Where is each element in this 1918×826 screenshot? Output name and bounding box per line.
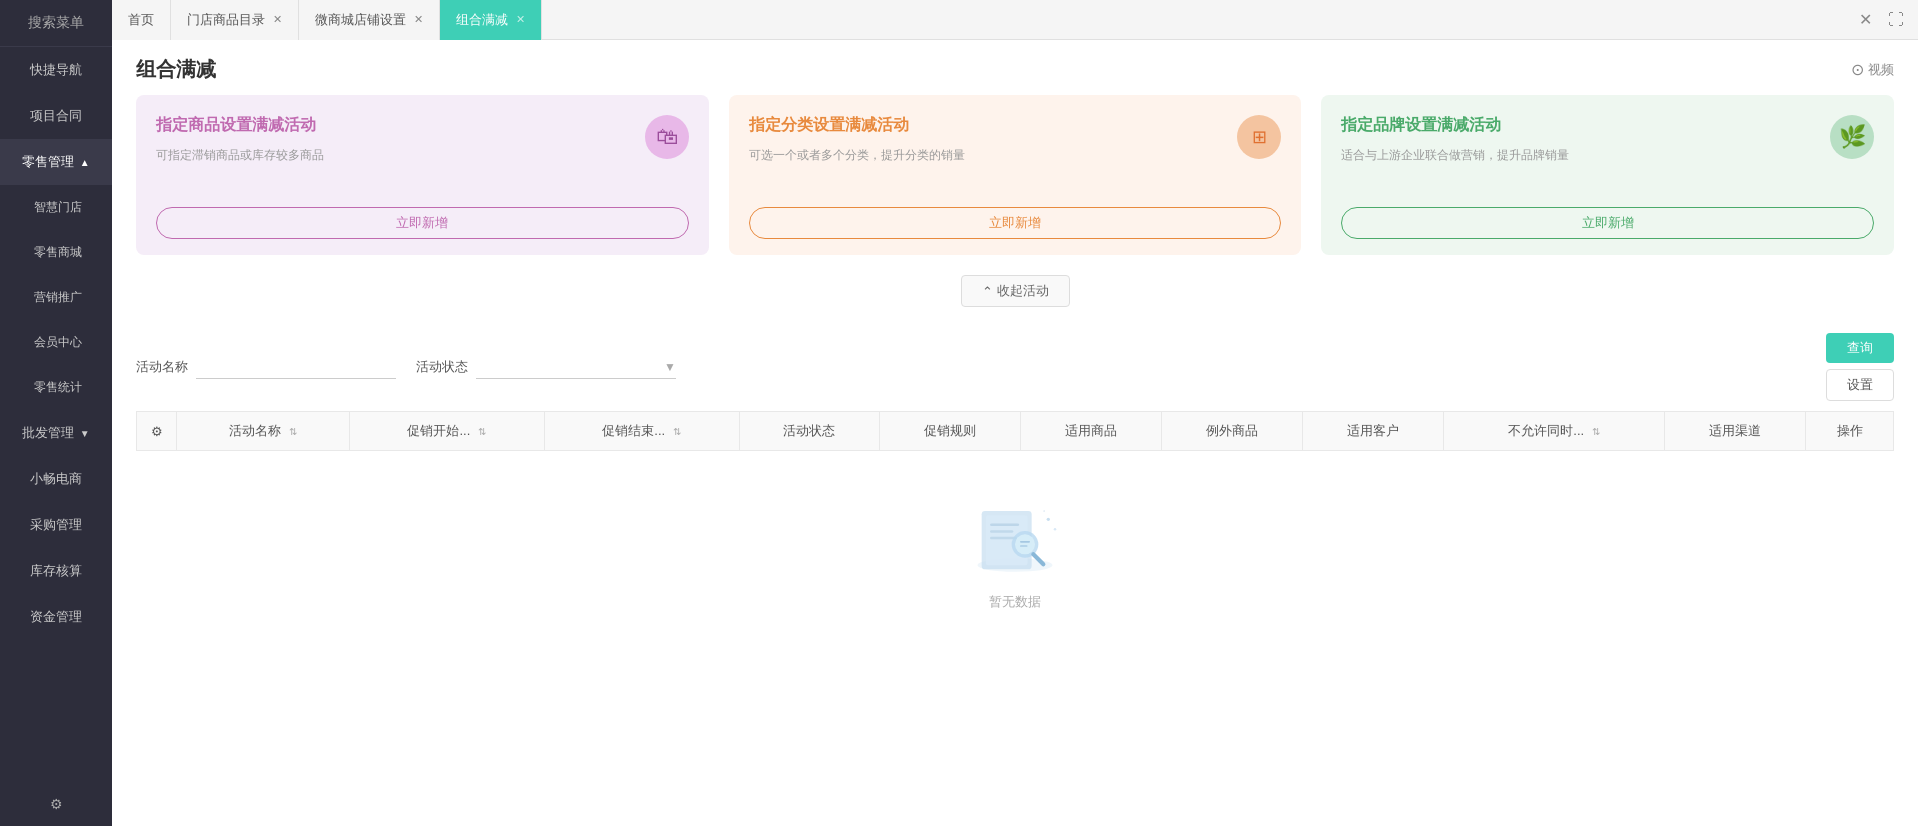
brand-card-title: 指定品牌设置满减活动 [1341, 115, 1874, 136]
setting-button[interactable]: 设置 [1826, 369, 1894, 401]
svg-rect-3 [990, 524, 1019, 527]
category-card-title: 指定分类设置满减活动 [749, 115, 1282, 136]
table-col-exception-goods: 例外商品 [1162, 412, 1303, 451]
data-table: ⚙ 活动名称 ⇅ 促销开始... ⇅ 促销结束... ⇅ [136, 411, 1894, 631]
sidebar-item-marketing[interactable]: 营销推广 [0, 275, 112, 320]
sidebar-item-purchase-mgmt[interactable]: 采购管理 [0, 502, 112, 548]
tab-bar-actions: ✕ ⛶ [1855, 6, 1918, 33]
page-title: 组合满减 [136, 56, 216, 83]
sort-icon-concurrent[interactable]: ⇅ [1592, 426, 1600, 437]
tab-close-wechat-store[interactable]: ✕ [414, 13, 423, 26]
sidebar-settings[interactable]: ⚙ [0, 782, 112, 826]
tab-close-store-catalog[interactable]: ✕ [273, 13, 282, 26]
table-col-gear[interactable]: ⚙ [137, 412, 177, 451]
tab-bar: 首页 门店商品目录 ✕ 微商城店铺设置 ✕ 组合满减 ✕ ✕ ⛶ [112, 0, 1918, 40]
wholesale-mgmt-arrow: ▼ [80, 428, 90, 439]
activity-card-product: 🛍 指定商品设置满减活动 可指定滞销商品或库存较多商品 立即新增 [136, 95, 709, 255]
sidebar-item-member-center[interactable]: 会员中心 [0, 320, 112, 365]
sidebar-item-smart-store[interactable]: 智慧门店 [0, 185, 112, 230]
svg-rect-10 [1020, 545, 1028, 547]
page-header: 组合满减 ⊙ 视频 [112, 40, 1918, 95]
activity-status-select[interactable]: ▼ [476, 356, 676, 379]
table-body: 暂无数据 [137, 451, 1894, 632]
activity-card-brand: 🌿 指定品牌设置满减活动 适合与上游企业联合做营销，提升品牌销量 立即新增 [1321, 95, 1894, 255]
activity-name-field: 活动名称 [136, 355, 396, 379]
sidebar-item-quick-nav[interactable]: 快捷导航 [0, 47, 112, 93]
svg-point-7 [1015, 534, 1035, 554]
gear-icon: ⚙ [151, 424, 163, 439]
play-circle-icon: ⊙ [1851, 60, 1864, 79]
brand-card-btn[interactable]: 立即新增 [1341, 207, 1874, 239]
page-content: 组合满减 ⊙ 视频 🛍 指定商品设置满减活动 可指定滞销商品或库存较多商品 立即… [112, 40, 1918, 826]
sidebar-item-finance[interactable]: 资金管理 [0, 594, 112, 640]
gear-icon: ⚙ [50, 796, 63, 812]
empty-illustration [965, 491, 1065, 581]
product-card-desc: 可指定滞销商品或库存较多商品 [156, 146, 689, 191]
table-col-promo-start: 促销开始... ⇅ [349, 412, 544, 451]
activity-status-field: 活动状态 ▼ [416, 356, 676, 379]
tab-close-combo-discount[interactable]: ✕ [516, 13, 525, 26]
table-header: ⚙ 活动名称 ⇅ 促销开始... ⇅ 促销结束... ⇅ [137, 412, 1894, 451]
svg-point-12 [1054, 528, 1057, 531]
table-col-promo-rule: 促销规则 [880, 412, 1021, 451]
sidebar-item-project-contract[interactable]: 项目合同 [0, 93, 112, 139]
category-card-btn[interactable]: 立即新增 [749, 207, 1282, 239]
tab-wechat-store[interactable]: 微商城店铺设置 ✕ [299, 0, 440, 40]
search-bar: 活动名称 活动状态 ▼ 查询 设置 [112, 323, 1918, 411]
sidebar-item-retail-stats[interactable]: 零售统计 [0, 365, 112, 410]
table-col-activity-status: 活动状态 [739, 412, 880, 451]
category-card-desc: 可选一个或者多个分类，提升分类的销量 [749, 146, 1282, 191]
product-card-title: 指定商品设置满减活动 [156, 115, 689, 136]
table-col-promo-end: 促销结束... ⇅ [544, 412, 739, 451]
sidebar-item-retail-mall[interactable]: 零售商城 [0, 230, 112, 275]
query-button[interactable]: 查询 [1826, 333, 1894, 363]
svg-point-11 [1047, 518, 1050, 521]
svg-rect-4 [990, 530, 1013, 533]
svg-rect-9 [1020, 541, 1030, 543]
activity-card-category: ⊞ 指定分类设置满减活动 可选一个或者多个分类，提升分类的销量 立即新增 [729, 95, 1302, 255]
tab-home[interactable]: 首页 [112, 0, 171, 40]
sort-icon-promo-end[interactable]: ⇅ [673, 426, 681, 437]
collapse-activities-btn[interactable]: ⌃ 收起活动 [961, 275, 1070, 307]
product-card-btn[interactable]: 立即新增 [156, 207, 689, 239]
activity-status-label: 活动状态 [416, 358, 468, 376]
sort-icon-activity-name[interactable]: ⇅ [289, 426, 297, 437]
expand-window-icon[interactable]: ⛶ [1884, 7, 1908, 33]
table-col-applicable-customer: 适用客户 [1302, 412, 1443, 451]
activity-cards: 🛍 指定商品设置满减活动 可指定滞销商品或库存较多商品 立即新增 ⊞ 指定分类设… [112, 95, 1918, 275]
tab-store-catalog[interactable]: 门店商品目录 ✕ [171, 0, 299, 40]
video-link[interactable]: ⊙ 视频 [1851, 60, 1894, 79]
svg-point-13 [1043, 510, 1045, 512]
sidebar-item-xiaocan[interactable]: 小畅电商 [0, 456, 112, 502]
brand-card-desc: 适合与上游企业联合做营销，提升品牌销量 [1341, 146, 1874, 191]
sidebar-item-retail-mgmt[interactable]: 零售管理 ▲ [0, 139, 112, 185]
collapse-bar: ⌃ 收起活动 [136, 275, 1894, 307]
table-col-not-allow-concurrent: 不允许同时... ⇅ [1443, 412, 1664, 451]
table-col-applicable-channel: 适用渠道 [1665, 412, 1806, 451]
table-col-applicable-goods: 适用商品 [1021, 412, 1162, 451]
chevron-down-icon: ▼ [664, 360, 676, 374]
empty-state: 暂无数据 [137, 451, 1894, 631]
brand-card-icon: 🌿 [1830, 115, 1874, 159]
table-col-activity-name: 活动名称 ⇅ [177, 412, 350, 451]
product-card-icon: 🛍 [645, 115, 689, 159]
activity-name-input[interactable] [196, 355, 396, 379]
sidebar-search[interactable]: 搜索菜单 [0, 0, 112, 47]
main-area: 首页 门店商品目录 ✕ 微商城店铺设置 ✕ 组合满减 ✕ ✕ ⛶ 组合满减 ⊙ … [112, 0, 1918, 826]
table-col-operation: 操作 [1806, 412, 1894, 451]
activity-name-label: 活动名称 [136, 358, 188, 376]
table-wrapper: ⚙ 活动名称 ⇅ 促销开始... ⇅ 促销结束... ⇅ [112, 411, 1918, 631]
empty-text: 暂无数据 [989, 593, 1041, 611]
retail-mgmt-arrow: ▲ [80, 157, 90, 168]
chevron-up-icon: ⌃ [982, 284, 993, 299]
sidebar: 搜索菜单 快捷导航 项目合同 零售管理 ▲ 智慧门店 零售商城 营销推广 会员中… [0, 0, 112, 826]
sort-icon-promo-start[interactable]: ⇅ [478, 426, 486, 437]
tab-combo-discount[interactable]: 组合满减 ✕ [440, 0, 542, 40]
sidebar-item-wholesale-mgmt[interactable]: 批发管理 ▼ [0, 410, 112, 456]
close-window-icon[interactable]: ✕ [1855, 6, 1876, 33]
svg-rect-5 [990, 537, 1017, 540]
sidebar-item-inventory[interactable]: 库存核算 [0, 548, 112, 594]
search-buttons: 查询 设置 [1826, 333, 1894, 401]
